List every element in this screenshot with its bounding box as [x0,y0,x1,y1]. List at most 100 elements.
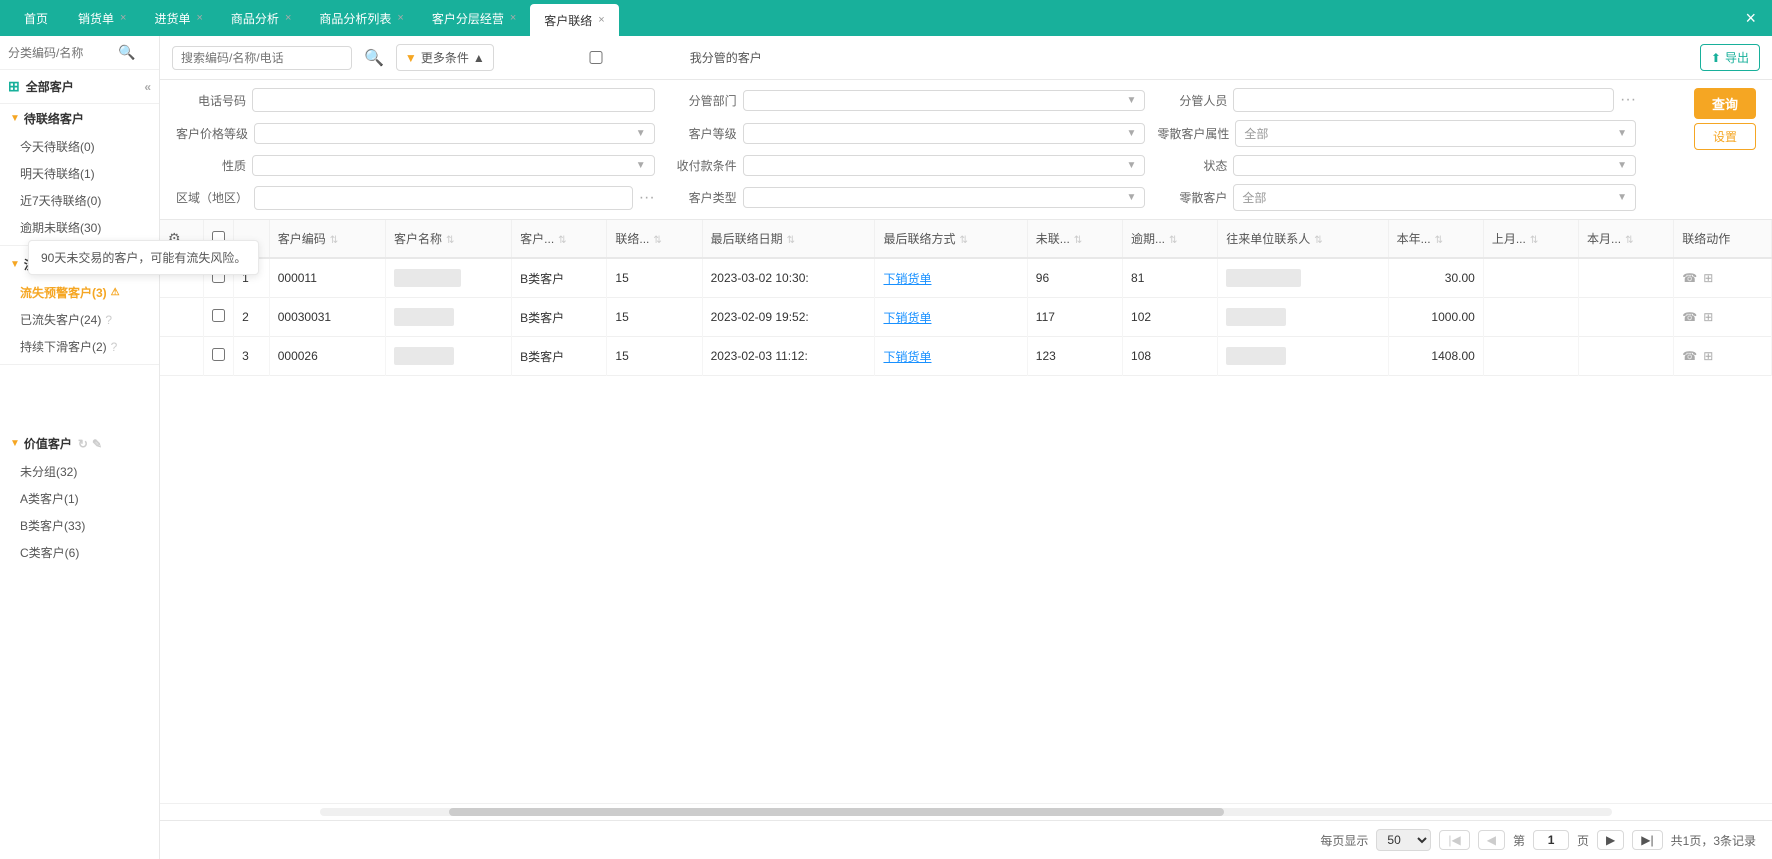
sidebar-item-declining[interactable]: 持续下滑客户(2) ? [0,333,159,360]
tab-purchase[interactable]: 进货单 × [140,0,216,36]
last-page-btn[interactable]: ▶| [1632,830,1662,850]
sort-date-icon[interactable]: ⇅ [787,235,795,246]
th-no-contact[interactable]: 未联...⇅ [1027,220,1122,258]
th-overdue[interactable]: 逾期...⇅ [1123,220,1218,258]
field-customer-type-dropdown[interactable]: ▼ [743,187,1146,208]
field-dept-dropdown[interactable]: ▼ [743,90,1146,111]
action-phone-icon-2[interactable]: ☎ [1682,349,1697,363]
row-last-type-2[interactable]: 下销货单 [875,337,1027,376]
my-customers-checkbox[interactable] [506,51,686,64]
field-price-level-dropdown[interactable]: ▼ [254,123,655,144]
window-close-btn[interactable]: × [1737,8,1764,29]
next-page-btn[interactable]: ▶ [1597,830,1624,850]
field-payment-dropdown[interactable]: ▼ [743,155,1146,176]
field-region-input[interactable] [254,186,633,210]
sort-type-icon[interactable]: ⇅ [558,235,566,246]
edit-icon[interactable]: ✎ [92,437,102,451]
field-status-dropdown[interactable]: ▼ [1233,155,1636,176]
row-last-type-1[interactable]: 下销货单 [875,298,1027,337]
sort-contact-icon[interactable]: ⇅ [653,235,661,246]
row-checkbox-2[interactable] [204,337,234,376]
field-retail-attr-dropdown[interactable]: 全部 ▼ [1235,120,1636,147]
sidebar-item-7days[interactable]: 近7天待联络(0) [0,187,159,214]
sort-overdue-icon[interactable]: ⇅ [1169,235,1177,246]
sidebar-item-churn-warning[interactable]: 流失预警客户(3) ⚠ [0,279,159,306]
tab-customer-layer-close[interactable]: × [510,12,516,24]
page-size-select[interactable]: 50 100 200 [1376,829,1431,851]
th-last-contact-date[interactable]: 最后联络日期⇅ [702,220,875,258]
tab-customer-layer[interactable]: 客户分层经营 × [418,0,530,36]
sort-type2-icon[interactable]: ⇅ [960,235,968,246]
row-last-type-0[interactable]: 下销货单 [875,258,1027,298]
row-last-type-link-2[interactable]: 下销货单 [883,350,931,364]
current-page-input[interactable] [1533,830,1569,850]
field-customer-level-dropdown[interactable]: ▼ [743,123,1146,144]
tab-sales-close[interactable]: × [120,12,126,24]
first-page-btn[interactable]: |◀ [1439,830,1469,850]
sort-thismonth-icon[interactable]: ⇅ [1625,235,1633,246]
sort-name-icon[interactable]: ⇅ [446,235,454,246]
search-button[interactable]: 🔍 [364,48,384,68]
sidebar-item-class-c[interactable]: C类客户(6) [0,539,159,566]
row-last-type-link-0[interactable]: 下销货单 [883,272,931,286]
th-last-month[interactable]: 上月...⇅ [1483,220,1578,258]
settings-button[interactable]: 设置 [1694,123,1756,150]
action-more-icon-2[interactable]: ⊞ [1703,349,1713,363]
tab-analysis[interactable]: 商品分析 × [217,0,305,36]
action-more-icon-0[interactable]: ⊞ [1703,271,1713,285]
th-type[interactable]: 客户...⇅ [512,220,607,258]
field-manager-more-btn[interactable]: ··· [1620,91,1636,109]
more-conditions-btn[interactable]: ▼ 更多条件 ▲ [396,44,494,71]
sidebar-item-class-a[interactable]: A类客户(1) [0,485,159,512]
th-code[interactable]: 客户编码⇅ [269,220,385,258]
field-region-more-btn[interactable]: ··· [639,189,655,207]
group-value[interactable]: ▼ 价值客户 ↻ ✎ [0,429,159,458]
tab-customer-contact-close[interactable]: × [598,14,604,26]
sidebar-search-input[interactable] [8,46,118,60]
field-phone-input[interactable] [252,88,655,112]
all-customers-header[interactable]: ⊞ 全部客户 « [0,70,159,104]
row-last-type-link-1[interactable]: 下销货单 [883,311,931,325]
action-phone-icon-0[interactable]: ☎ [1682,271,1697,285]
tab-analysis-table-close[interactable]: × [397,12,403,24]
sidebar-item-churned[interactable]: 已流失客户(24) ? [0,306,159,333]
action-phone-icon-1[interactable]: ☎ [1682,310,1697,324]
field-nature-dropdown[interactable]: ▼ [252,155,655,176]
sort-year-icon[interactable]: ⇅ [1435,235,1443,246]
tab-home[interactable]: 首页 [8,0,64,36]
field-retail-customer-dropdown[interactable]: 全部 ▼ [1233,184,1636,211]
th-unit-contact[interactable]: 往来单位联系人⇅ [1218,220,1388,258]
sort-code-icon[interactable]: ⇅ [330,235,338,246]
th-last-contact-type[interactable]: 最后联络方式⇅ [875,220,1027,258]
collapse-icon[interactable]: « [144,80,151,94]
sidebar-item-today[interactable]: 今天待联络(0) [0,133,159,160]
tab-analysis-close[interactable]: × [285,12,291,24]
tab-analysis-table[interactable]: 商品分析列表 × [305,0,417,36]
tab-customer-contact[interactable]: 客户联络 × [530,4,618,36]
query-button[interactable]: 查询 [1694,88,1756,119]
scroll-thumb[interactable] [449,808,1224,816]
prev-page-btn[interactable]: ◀ [1478,830,1505,850]
sidebar-item-tomorrow[interactable]: 明天待联络(1) [0,160,159,187]
sidebar-item-ungrouped[interactable]: 未分组(32) [0,458,159,485]
sort-unit-icon[interactable]: ⇅ [1314,235,1322,246]
row-checkbox-input-2[interactable] [212,348,225,361]
th-this-year[interactable]: 本年...⇅ [1388,220,1483,258]
sidebar-item-class-b[interactable]: B类客户(33) [0,512,159,539]
sort-lastmonth-icon[interactable]: ⇅ [1530,235,1538,246]
tab-purchase-close[interactable]: × [196,12,202,24]
sort-nocontact-icon[interactable]: ⇅ [1074,235,1082,246]
tab-sales[interactable]: 销货单 × [64,0,140,36]
row-checkbox-input-1[interactable] [212,309,225,322]
th-contact[interactable]: 联络...⇅ [607,220,702,258]
th-name[interactable]: 客户名称⇅ [385,220,511,258]
th-this-month[interactable]: 本月...⇅ [1579,220,1674,258]
group-pending-contact[interactable]: ▼ 待联络客户 [0,104,159,133]
row-checkbox-1[interactable] [204,298,234,337]
export-button[interactable]: ⬆ 导出 [1700,44,1760,71]
search-input[interactable] [172,46,352,70]
sidebar-item-overdue[interactable]: 逾期未联络(30) [0,214,159,241]
refresh-icon[interactable]: ↻ [78,437,88,451]
sidebar-search-icon[interactable]: 🔍 [118,44,135,61]
field-manager-input[interactable] [1233,88,1614,112]
